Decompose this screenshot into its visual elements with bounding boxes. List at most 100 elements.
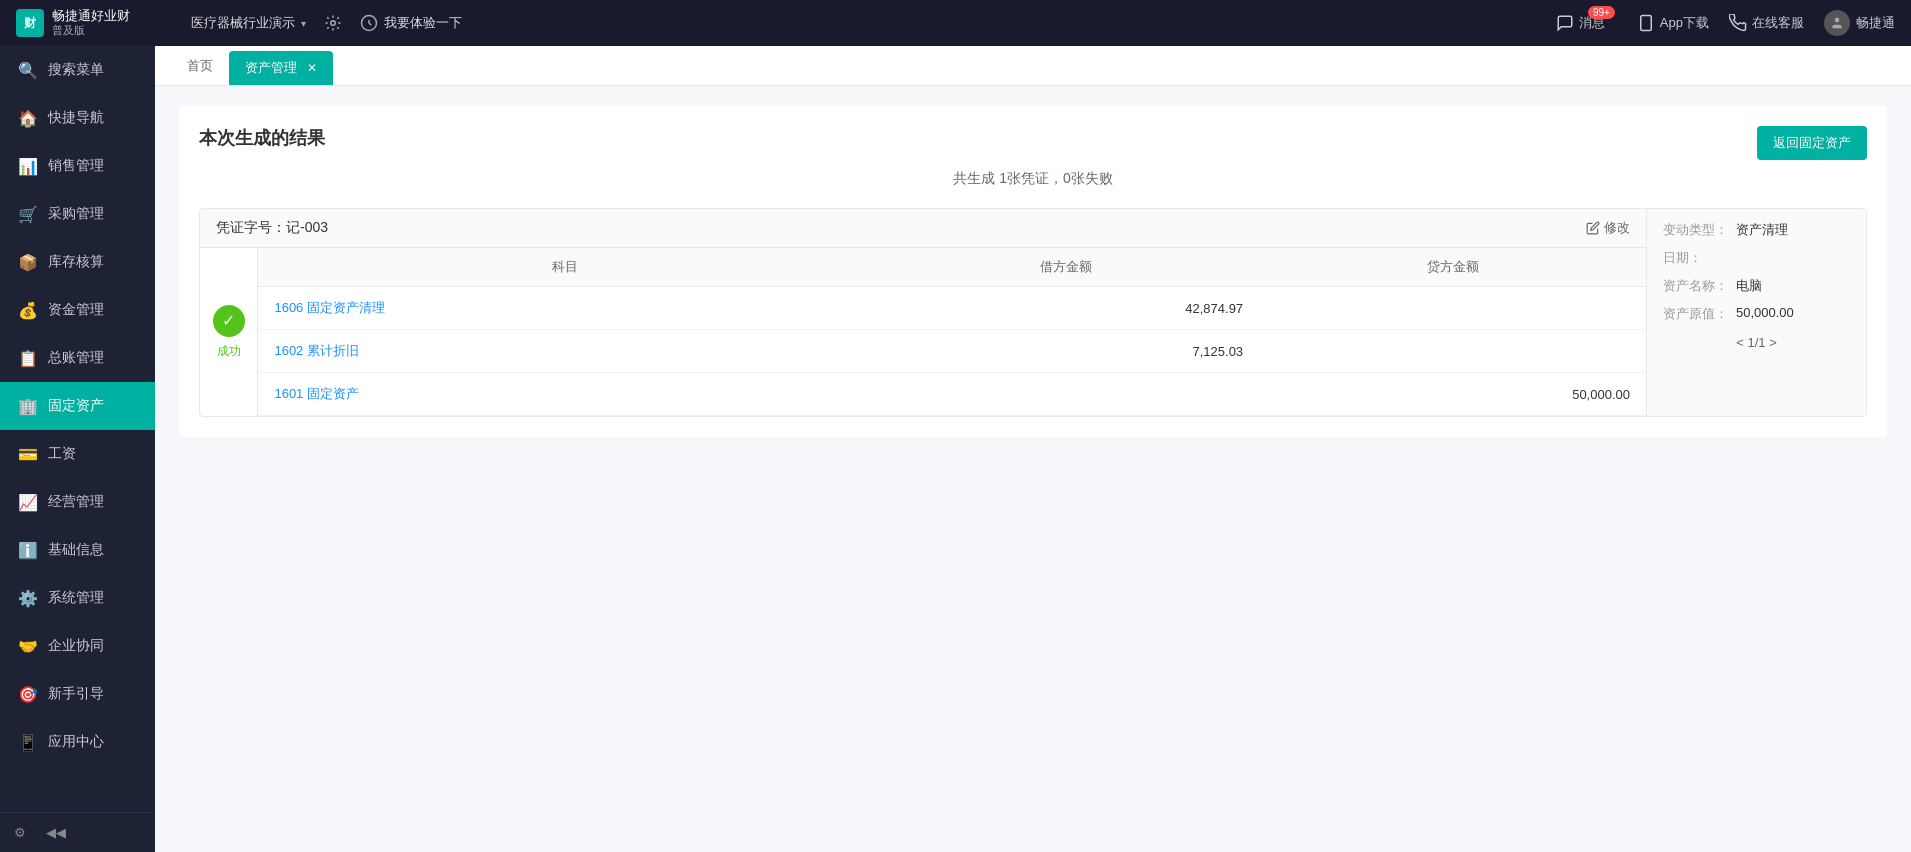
basic-info-icon: ℹ️: [18, 540, 38, 560]
asset-original-value: 50,000.00: [1736, 305, 1794, 323]
top-header: 财 畅捷通好业财 普及版 医疗器械行业演示 ▾ 我要体验一下 消息: [0, 0, 1911, 46]
avatar: [1824, 10, 1850, 36]
asset-original-label: 资产原值：: [1663, 305, 1728, 323]
row0-debit: 42,874.97: [872, 287, 1259, 330]
prev-page-icon[interactable]: <: [1736, 335, 1744, 350]
sidebar-item-fixed-assets[interactable]: 🏢 固定资产: [0, 382, 155, 430]
col-header-subject: 科目: [258, 248, 872, 287]
edit-label: 修改: [1604, 219, 1630, 237]
page-indicator: 1/1: [1747, 335, 1769, 350]
user-area[interactable]: 畅捷通: [1824, 10, 1895, 36]
cooperation-icon: 🤝: [18, 636, 38, 656]
sidebar-item-label: 经营管理: [48, 493, 104, 511]
row1-credit: [1259, 330, 1646, 373]
sidebar-item-label: 企业协同: [48, 637, 104, 655]
messages-badge: 99+: [1588, 6, 1615, 19]
sidebar-item-ledger[interactable]: 📋 总账管理: [0, 334, 155, 382]
messages-action[interactable]: 消息 99+: [1556, 14, 1605, 32]
logo-area: 财 畅捷通好业财 普及版: [16, 8, 171, 39]
status-cell: ✓ 成功: [200, 248, 258, 416]
date-row: 日期：: [1663, 249, 1850, 267]
sidebar-item-search[interactable]: 🔍 搜索菜单: [0, 46, 155, 94]
sidebar-item-purchase[interactable]: 🛒 采购管理: [0, 190, 155, 238]
voucher-table: 科目 借方金额 贷方金额 1606 固定资产清理 42,874.97: [258, 248, 1646, 416]
funds-icon: 💰: [18, 300, 38, 320]
svg-point-0: [331, 21, 336, 26]
sidebar-item-label: 销售管理: [48, 157, 104, 175]
tab-close-icon[interactable]: ✕: [307, 61, 317, 75]
success-text: 成功: [217, 343, 241, 360]
row1-debit: 7,125.03: [872, 330, 1259, 373]
sidebar: 🔍 搜索菜单 🏠 快捷导航 📊 销售管理 🛒 采购管理 📦 库存核: [0, 46, 155, 852]
asset-name-value: 电脑: [1736, 277, 1762, 295]
sidebar-bottom[interactable]: ⚙ ◀◀: [0, 812, 155, 852]
success-icon: ✓: [213, 305, 245, 337]
inventory-icon: 📦: [18, 252, 38, 272]
svg-rect-2: [1641, 16, 1652, 31]
sidebar-item-label: 采购管理: [48, 205, 104, 223]
row2-debit: [872, 373, 1259, 416]
sidebar-item-sales[interactable]: 📊 销售管理: [0, 142, 155, 190]
sidebar-collapse-icon[interactable]: ◀◀: [46, 825, 66, 840]
sidebar-item-inventory[interactable]: 📦 库存核算: [0, 238, 155, 286]
table-row: 1606 固定资产清理 42,874.97: [258, 287, 1646, 330]
settings-icon-btn[interactable]: [318, 8, 348, 38]
return-fixed-assets-button[interactable]: 返回固定资产: [1757, 126, 1867, 160]
sidebar-item-label: 快捷导航: [48, 109, 104, 127]
row2-subject: 1601 固定资产: [258, 373, 872, 416]
right-panel: 变动类型： 资产清理 日期： 资产名称： 电脑 资产原值：: [1646, 209, 1866, 416]
company-selector[interactable]: 医疗器械行业演示 ▾: [191, 14, 306, 32]
apps-icon: 📱: [18, 732, 38, 752]
row2-credit: 50,000.00: [1259, 373, 1646, 416]
online-service-label: 在线客服: [1752, 14, 1804, 32]
voucher-header: 凭证字号：记-003 修改: [200, 209, 1646, 248]
company-name: 医疗器械行业演示: [191, 14, 295, 32]
tab-asset-management[interactable]: 资产管理 ✕: [229, 51, 333, 85]
app-download-action[interactable]: App下载: [1637, 14, 1709, 32]
result-summary: 共生成 1张凭证，0张失败: [199, 170, 1867, 188]
check-icon: ✓: [222, 311, 235, 330]
sidebar-item-apps[interactable]: 📱 应用中心: [0, 718, 155, 766]
asset-original-row: 资产原值： 50,000.00: [1663, 305, 1850, 323]
table-with-status: ✓ 成功 科目 借方金额 贷方金额: [200, 248, 1646, 416]
page-title: 本次生成的结果: [199, 126, 1867, 150]
app-download-label: App下载: [1660, 14, 1709, 32]
sidebar-item-label: 应用中心: [48, 733, 104, 751]
sidebar-item-guide[interactable]: 🎯 新手引导: [0, 670, 155, 718]
change-type-value: 资产清理: [1736, 221, 1788, 239]
col-header-credit: 贷方金额: [1259, 248, 1646, 287]
asset-name-row: 资产名称： 电脑: [1663, 277, 1850, 295]
voucher-main: 凭证字号：记-003 修改: [200, 209, 1646, 416]
edit-button[interactable]: 修改: [1586, 219, 1630, 237]
tab-home[interactable]: 首页: [171, 49, 229, 85]
purchase-icon: 🛒: [18, 204, 38, 224]
sidebar-item-cooperation[interactable]: 🤝 企业协同: [0, 622, 155, 670]
operations-icon: 📈: [18, 492, 38, 512]
sidebar-item-funds[interactable]: 💰 资金管理: [0, 286, 155, 334]
row1-subject: 1602 累计折旧: [258, 330, 872, 373]
online-service-action[interactable]: 在线客服: [1729, 14, 1804, 32]
date-label: 日期：: [1663, 249, 1702, 267]
next-page-icon[interactable]: >: [1769, 335, 1777, 350]
chevron-down-icon: ▾: [301, 18, 306, 29]
experience-label: 我要体验一下: [384, 14, 462, 32]
main-layout: 🔍 搜索菜单 🏠 快捷导航 📊 销售管理 🛒 采购管理 📦 库存核: [0, 46, 1911, 852]
logo-name: 畅捷通好业财: [52, 8, 130, 24]
sidebar-item-system[interactable]: ⚙️ 系统管理: [0, 574, 155, 622]
sidebar-item-label: 工资: [48, 445, 76, 463]
sidebar-item-label: 库存核算: [48, 253, 104, 271]
pagination[interactable]: < 1/1 >: [1663, 335, 1850, 350]
change-type-row: 变动类型： 资产清理: [1663, 221, 1850, 239]
sidebar-settings-icon[interactable]: ⚙: [14, 825, 26, 840]
sidebar-item-basic-info[interactable]: ℹ️ 基础信息: [0, 526, 155, 574]
sidebar-item-operations[interactable]: 📈 经营管理: [0, 478, 155, 526]
logo-edition: 普及版: [52, 23, 130, 38]
payroll-icon: 💳: [18, 444, 38, 464]
sidebar-item-payroll[interactable]: 💳 工资: [0, 430, 155, 478]
experience-button[interactable]: 我要体验一下: [360, 14, 462, 32]
sidebar-item-label: 新手引导: [48, 685, 104, 703]
sidebar-item-label: 搜索菜单: [48, 61, 104, 79]
sidebar-item-quick-nav[interactable]: 🏠 快捷导航: [0, 94, 155, 142]
home-icon: 🏠: [18, 108, 38, 128]
svg-point-4: [1835, 18, 1840, 23]
